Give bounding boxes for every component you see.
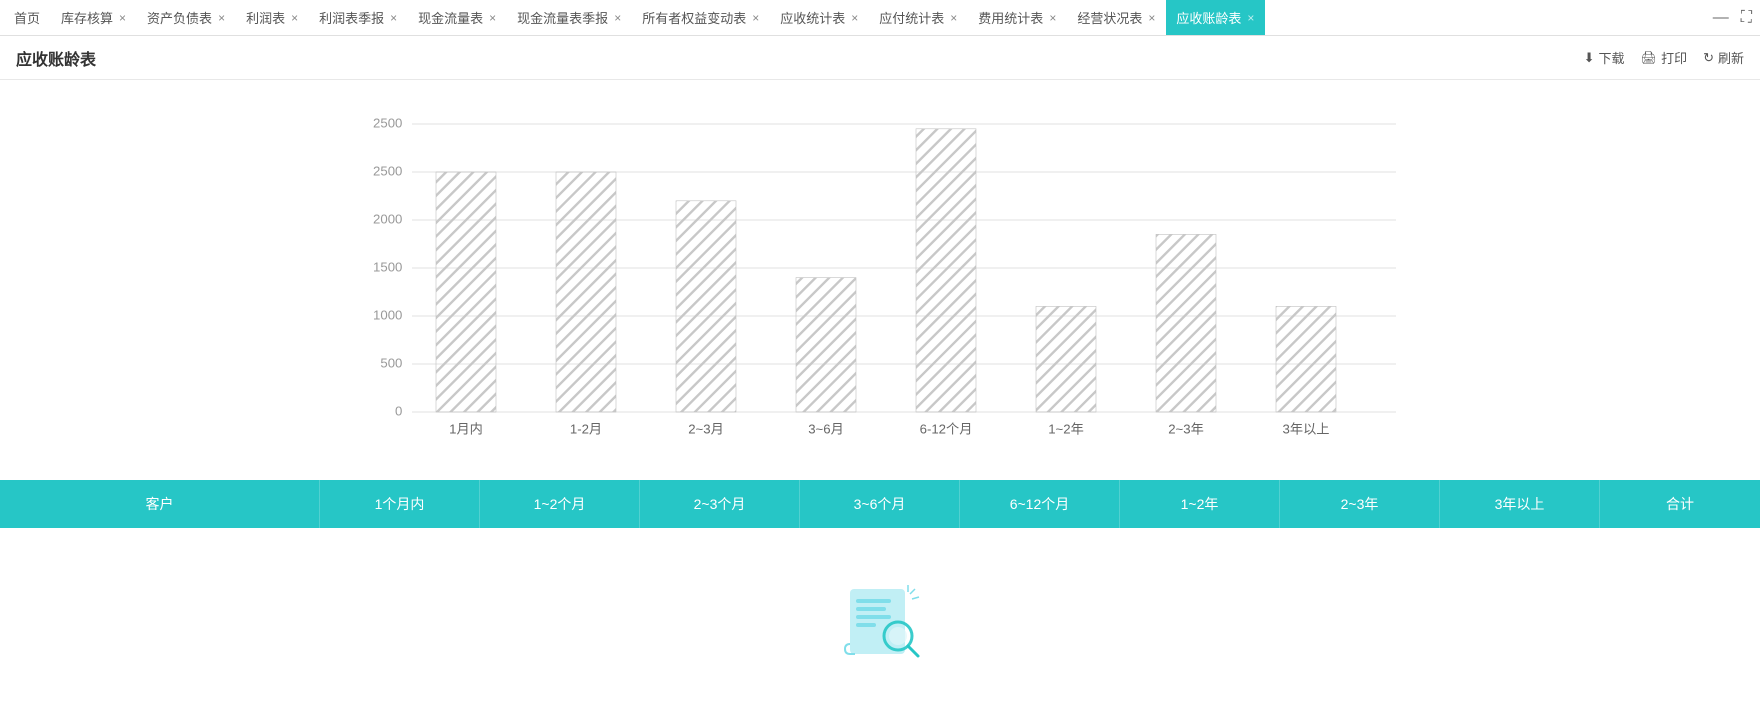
bar-2-3-month [676, 201, 736, 412]
tab-home[interactable]: 首页 [4, 0, 51, 36]
page-header: 应收账龄表 ⬇ 下载 🖨 打印 ↻ 刷新 [0, 36, 1760, 80]
refresh-button[interactable]: ↻ 刷新 [1703, 48, 1744, 67]
tab-close-cashflow[interactable]: × [489, 11, 496, 25]
svg-text:3~6月: 3~6月 [808, 422, 844, 437]
svg-text:1月内: 1月内 [449, 422, 483, 437]
col-2-3m: 2~3个月 [640, 480, 800, 528]
refresh-icon: ↻ [1703, 50, 1714, 66]
col-3-6m: 3~6个月 [800, 480, 960, 528]
col-1-2m: 1~2个月 [480, 480, 640, 528]
svg-text:2~3月: 2~3月 [688, 422, 724, 437]
svg-text:1500: 1500 [373, 260, 402, 275]
tab-close-cashflow-quarterly[interactable]: × [614, 11, 621, 25]
col-1-2y: 1~2年 [1120, 480, 1280, 528]
tab-profit[interactable]: 利润表 × [236, 0, 309, 36]
download-icon: ⬇ [1584, 50, 1595, 66]
tab-expense-stat[interactable]: 费用统计表 × [968, 0, 1067, 36]
col-2-3y: 2~3年 [1280, 480, 1440, 528]
col-customer: 客户 [0, 480, 320, 528]
svg-text:2500: 2500 [373, 116, 402, 131]
tab-business[interactable]: 经营状况表 × [1067, 0, 1166, 36]
empty-icon [830, 574, 930, 674]
empty-state [0, 528, 1760, 720]
tab-ar-aging[interactable]: 应收账龄表 × [1166, 0, 1265, 36]
svg-text:6-12个月: 6-12个月 [920, 422, 973, 437]
print-icon: 🖨 [1641, 50, 1658, 66]
bar-1-2-month [556, 172, 616, 412]
col-6-12m: 6~12个月 [960, 480, 1120, 528]
tab-close-profit[interactable]: × [291, 11, 298, 25]
tab-close-business[interactable]: × [1148, 11, 1155, 25]
tab-close-equity[interactable]: × [752, 11, 759, 25]
svg-text:2~3年: 2~3年 [1168, 422, 1204, 437]
main-content: 0 500 1000 1500 2000 2500 2500 1月内 [0, 80, 1760, 720]
svg-text:500: 500 [380, 356, 402, 371]
tab-bar: 首页 库存核算 × 资产负债表 × 利润表 × 利润表季报 × 现金流量表 × … [0, 0, 1760, 36]
bar-1-2-year [1036, 306, 1096, 412]
tab-close-ar-stat[interactable]: × [851, 11, 858, 25]
tab-equity[interactable]: 所有者权益变动表 × [632, 0, 770, 36]
svg-text:2000: 2000 [373, 212, 402, 227]
tab-balance[interactable]: 资产负债表 × [137, 0, 236, 36]
tab-close-inventory[interactable]: × [119, 11, 126, 25]
svg-text:0: 0 [395, 404, 402, 419]
tab-close-ar-aging[interactable]: × [1247, 11, 1254, 25]
tab-bar-actions: — ⛶ [1709, 7, 1756, 29]
col-total: 合计 [1600, 480, 1760, 528]
col-1m: 1个月内 [320, 480, 480, 528]
tab-cashflow[interactable]: 现金流量表 × [408, 0, 507, 36]
chart-area: 0 500 1000 1500 2000 2500 2500 1月内 [0, 80, 1760, 480]
header-actions: ⬇ 下载 🖨 打印 ↻ 刷新 [1584, 48, 1744, 67]
bar-1-month [436, 172, 496, 412]
svg-text:3年以上: 3年以上 [1283, 422, 1330, 437]
bar-2-3-year [1156, 234, 1216, 412]
bar-6-12-month [916, 129, 976, 412]
tab-ar-stat[interactable]: 应收统计表 × [770, 0, 869, 36]
tab-profit-quarterly[interactable]: 利润表季报 × [309, 0, 408, 36]
tab-close-ap-stat[interactable]: × [950, 11, 957, 25]
tab-inventory[interactable]: 库存核算 × [51, 0, 137, 36]
download-button[interactable]: ⬇ 下载 [1584, 48, 1625, 67]
tab-close-balance[interactable]: × [218, 11, 225, 25]
bar-chart: 0 500 1000 1500 2000 2500 2500 1月内 [40, 100, 1720, 460]
svg-text:1000: 1000 [373, 308, 402, 323]
tab-close-profit-quarterly[interactable]: × [390, 11, 397, 25]
maximize-button[interactable]: ⛶ [1737, 7, 1756, 29]
page-title: 应收账龄表 [16, 46, 96, 70]
tab-cashflow-quarterly[interactable]: 现金流量表季报 × [507, 0, 632, 36]
col-3y-plus: 3年以上 [1440, 480, 1600, 528]
bar-3-plus-year [1276, 306, 1336, 412]
bar-3-6-month [796, 278, 856, 412]
minimize-button[interactable]: — [1709, 7, 1733, 29]
svg-text:1-2月: 1-2月 [570, 422, 602, 437]
tab-close-expense-stat[interactable]: × [1049, 11, 1056, 25]
print-button[interactable]: 🖨 打印 [1641, 48, 1688, 67]
tab-ap-stat[interactable]: 应付统计表 × [869, 0, 968, 36]
svg-text:2500: 2500 [373, 164, 402, 179]
svg-text:1~2年: 1~2年 [1048, 422, 1084, 437]
table-header: 客户 1个月内 1~2个月 2~3个月 3~6个月 6~12个月 1~2年 2~… [0, 480, 1760, 528]
